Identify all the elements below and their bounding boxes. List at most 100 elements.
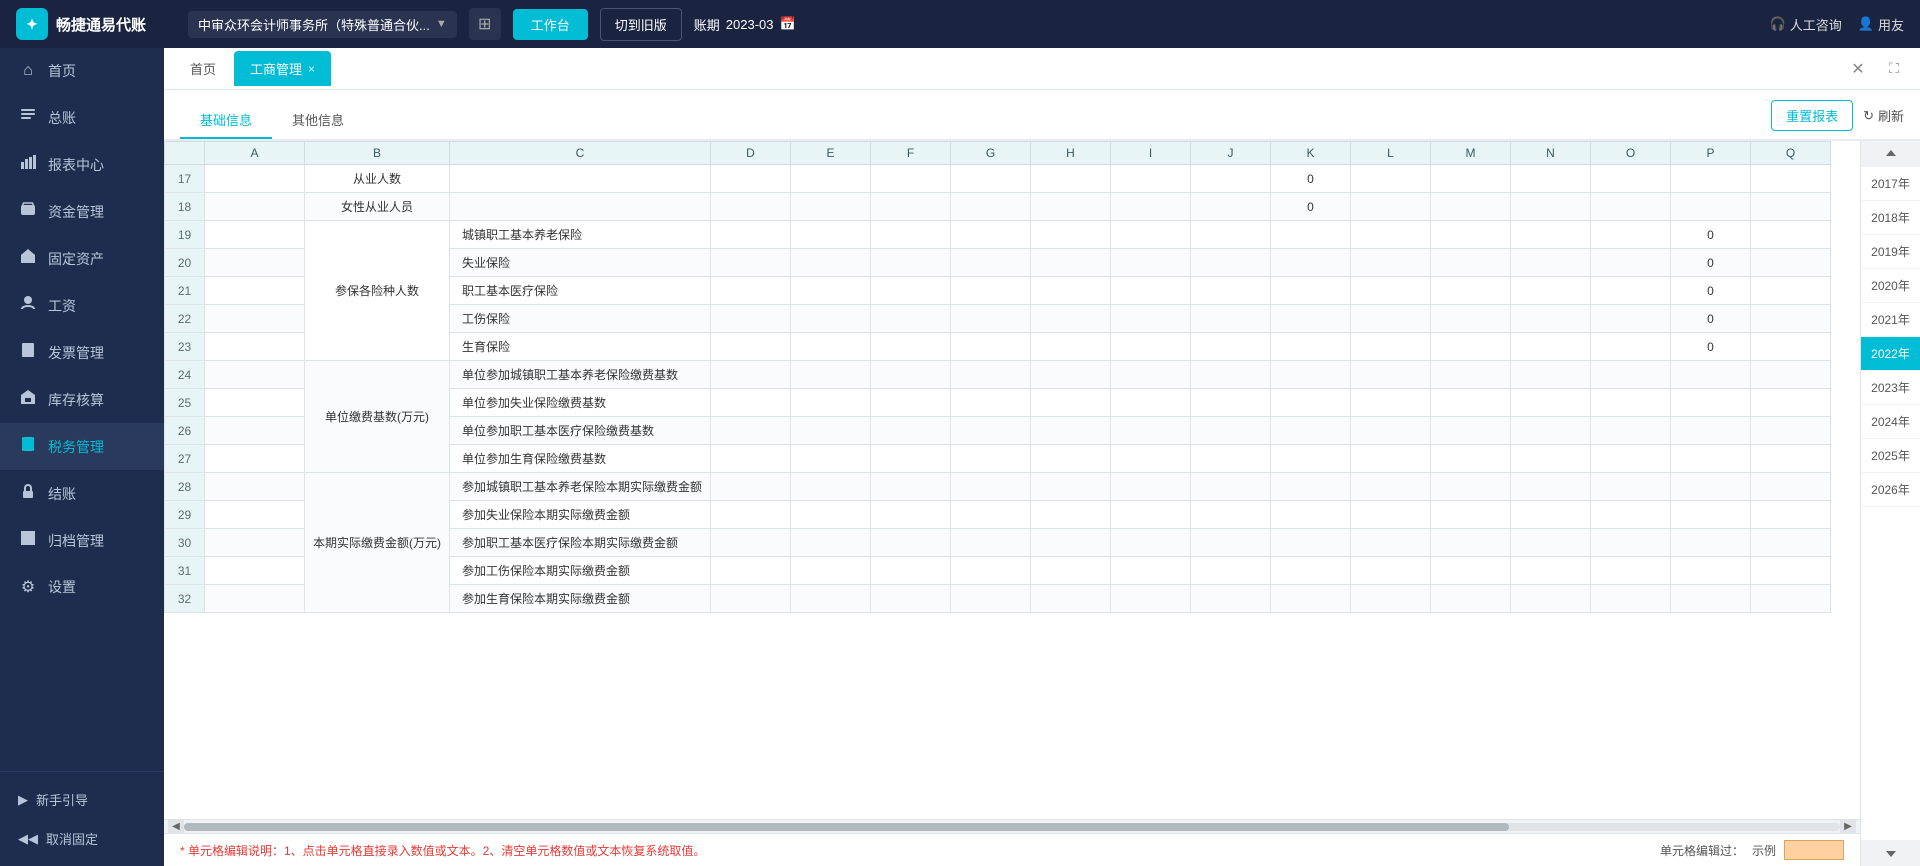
cell-g[interactable]: [951, 585, 1031, 613]
cell-p[interactable]: 0: [1671, 221, 1751, 249]
cell-d[interactable]: [711, 305, 791, 333]
cell-c[interactable]: 工伤保险: [450, 305, 711, 333]
scroll-right-button[interactable]: ▶: [1840, 820, 1856, 834]
cell-d[interactable]: [711, 193, 791, 221]
cell-a[interactable]: [205, 333, 305, 361]
cell-p[interactable]: [1671, 585, 1751, 613]
cell-a[interactable]: [205, 277, 305, 305]
cell-m[interactable]: [1431, 501, 1511, 529]
cell-n[interactable]: [1511, 277, 1591, 305]
cell-q[interactable]: [1751, 193, 1831, 221]
sidebar-item-closing[interactable]: 结账: [0, 470, 164, 517]
sub-tab-other-info[interactable]: 其他信息: [272, 102, 364, 139]
cell-n[interactable]: [1511, 305, 1591, 333]
cell-p[interactable]: [1671, 389, 1751, 417]
cell-j[interactable]: [1191, 193, 1271, 221]
cell-n[interactable]: [1511, 221, 1591, 249]
cell-k[interactable]: [1271, 585, 1351, 613]
cell-n[interactable]: [1511, 529, 1591, 557]
cell-h[interactable]: [1031, 193, 1111, 221]
cell-e[interactable]: [791, 165, 871, 193]
cell-q[interactable]: [1751, 529, 1831, 557]
sidebar-item-inventory[interactable]: 库存核算: [0, 376, 164, 423]
cell-h[interactable]: [1031, 305, 1111, 333]
cell-c[interactable]: 参加职工基本医疗保险本期实际缴费金额: [450, 529, 711, 557]
workbench-button[interactable]: 工作台: [513, 9, 588, 40]
cell-o[interactable]: [1591, 165, 1671, 193]
cell-p[interactable]: [1671, 361, 1751, 389]
cell-n[interactable]: [1511, 333, 1591, 361]
cell-n[interactable]: [1511, 585, 1591, 613]
cell-l[interactable]: [1351, 361, 1431, 389]
cell-g[interactable]: [951, 305, 1031, 333]
cell-l[interactable]: [1351, 165, 1431, 193]
cell-a[interactable]: [205, 305, 305, 333]
cell-i[interactable]: [1111, 193, 1191, 221]
cell-j[interactable]: [1191, 305, 1271, 333]
cell-f[interactable]: [871, 333, 951, 361]
cell-o[interactable]: [1591, 445, 1671, 473]
cell-i[interactable]: [1111, 361, 1191, 389]
cell-e[interactable]: [791, 305, 871, 333]
cell-j[interactable]: [1191, 277, 1271, 305]
sidebar-item-invoice[interactable]: 发票管理: [0, 329, 164, 376]
cell-a[interactable]: [205, 501, 305, 529]
cell-b[interactable]: 女性从业人员: [305, 193, 450, 221]
sidebar-item-archive[interactable]: 归档管理: [0, 517, 164, 564]
cell-f[interactable]: [871, 165, 951, 193]
cell-c[interactable]: [450, 165, 711, 193]
cell-d[interactable]: [711, 585, 791, 613]
cell-k[interactable]: [1271, 249, 1351, 277]
cell-l[interactable]: [1351, 221, 1431, 249]
cell-o[interactable]: [1591, 501, 1671, 529]
cell-a[interactable]: [205, 473, 305, 501]
cell-f[interactable]: [871, 361, 951, 389]
user-area[interactable]: 👤 用友: [1858, 15, 1904, 34]
cell-b[interactable]: 单位缴费基数(万元): [305, 361, 450, 473]
cell-q[interactable]: [1751, 277, 1831, 305]
cell-k[interactable]: [1271, 277, 1351, 305]
tab-home[interactable]: 首页: [176, 51, 230, 86]
cell-f[interactable]: [871, 221, 951, 249]
cell-m[interactable]: [1431, 529, 1511, 557]
cell-l[interactable]: [1351, 305, 1431, 333]
cell-e[interactable]: [791, 473, 871, 501]
cell-e[interactable]: [791, 389, 871, 417]
cell-g[interactable]: [951, 249, 1031, 277]
cell-e[interactable]: [791, 277, 871, 305]
cell-p[interactable]: [1671, 501, 1751, 529]
cell-p[interactable]: 0: [1671, 305, 1751, 333]
cell-l[interactable]: [1351, 333, 1431, 361]
cell-q[interactable]: [1751, 473, 1831, 501]
cell-i[interactable]: [1111, 557, 1191, 585]
cell-a[interactable]: [205, 165, 305, 193]
cell-p[interactable]: 0: [1671, 249, 1751, 277]
cell-a[interactable]: [205, 445, 305, 473]
cell-d[interactable]: [711, 557, 791, 585]
sidebar-item-settings[interactable]: ⚙ 设置: [0, 564, 164, 610]
scroll-thumb[interactable]: [184, 823, 1509, 831]
cell-i[interactable]: [1111, 445, 1191, 473]
cell-m[interactable]: [1431, 305, 1511, 333]
cell-k[interactable]: [1271, 305, 1351, 333]
cell-o[interactable]: [1591, 389, 1671, 417]
cell-o[interactable]: [1591, 529, 1671, 557]
cell-h[interactable]: [1031, 361, 1111, 389]
cell-n[interactable]: [1511, 389, 1591, 417]
cell-l[interactable]: [1351, 585, 1431, 613]
calendar-icon[interactable]: 📅: [780, 16, 796, 32]
cell-h[interactable]: [1031, 277, 1111, 305]
cell-d[interactable]: [711, 165, 791, 193]
consult-button[interactable]: 🎧 人工咨询: [1770, 15, 1842, 34]
cell-f[interactable]: [871, 277, 951, 305]
cell-o[interactable]: [1591, 333, 1671, 361]
cell-q[interactable]: [1751, 501, 1831, 529]
cell-c[interactable]: 单位参加城镇职工基本养老保险缴费基数: [450, 361, 711, 389]
cell-h[interactable]: [1031, 389, 1111, 417]
cell-q[interactable]: [1751, 333, 1831, 361]
cell-o[interactable]: [1591, 305, 1671, 333]
cell-k[interactable]: [1271, 557, 1351, 585]
cell-l[interactable]: [1351, 389, 1431, 417]
cell-n[interactable]: [1511, 193, 1591, 221]
cell-d[interactable]: [711, 501, 791, 529]
